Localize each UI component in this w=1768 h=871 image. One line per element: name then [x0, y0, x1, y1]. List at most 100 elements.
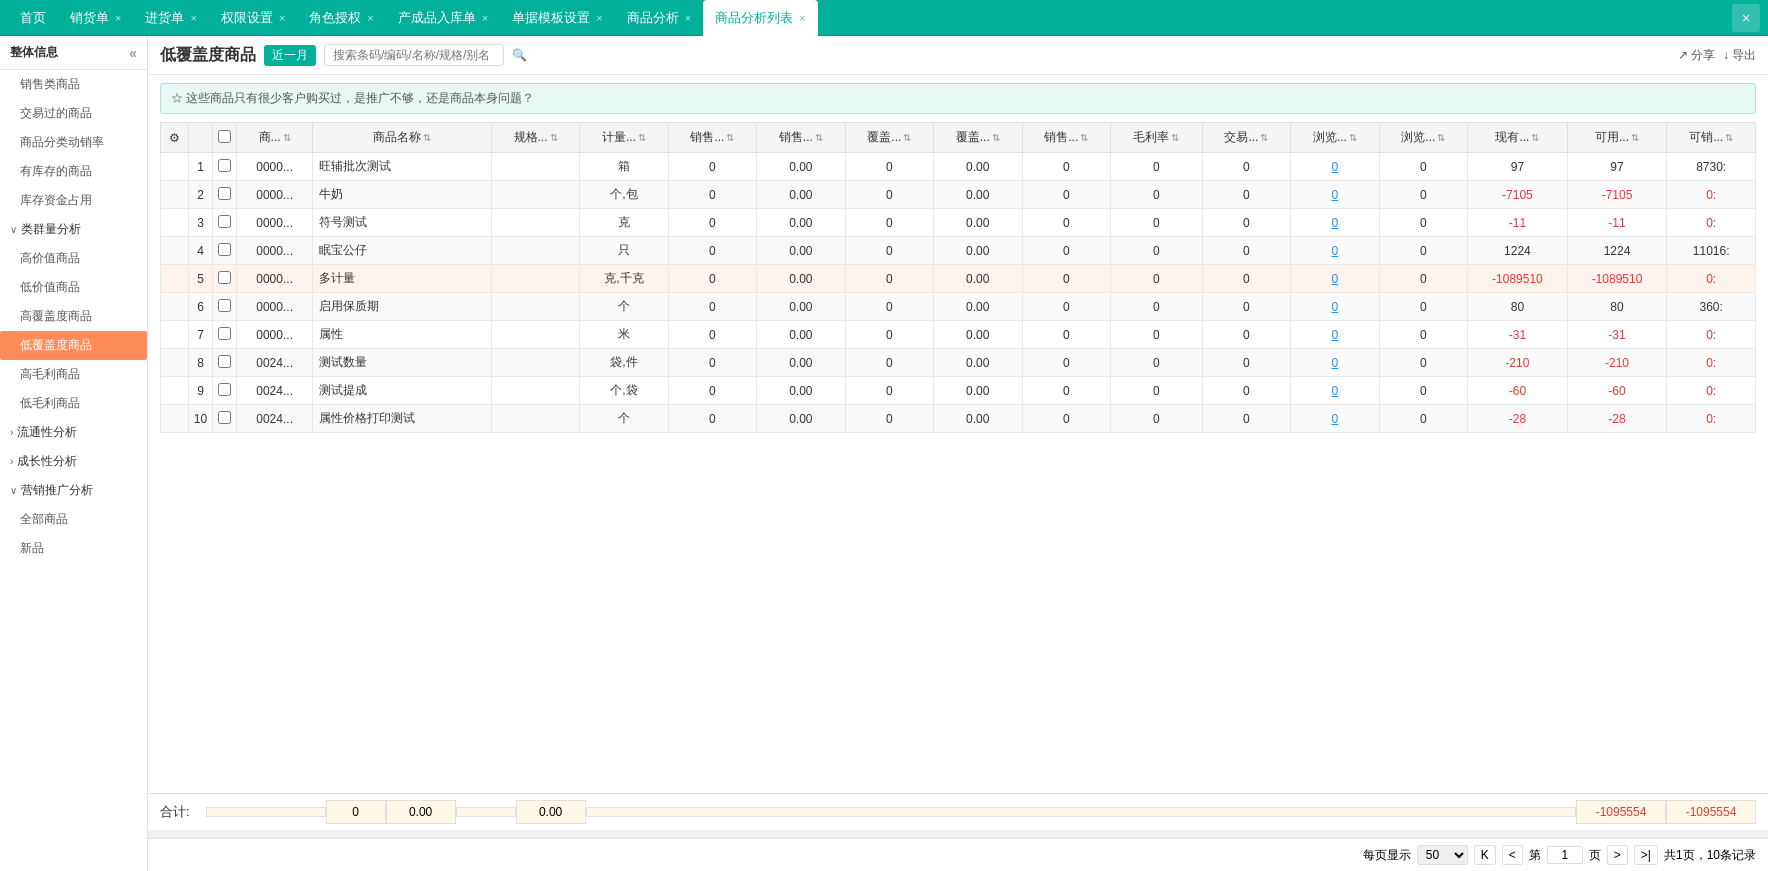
row-checkbox[interactable] [213, 181, 237, 209]
col-sales-qty[interactable]: 销售...⇅ [668, 123, 756, 153]
row-browse1[interactable]: 0 [1291, 265, 1379, 293]
share-button[interactable]: ↗ 分享 [1678, 47, 1715, 64]
sidebar-item-stocked-goods[interactable]: 有库存的商品 [0, 157, 147, 186]
horizontal-scrollbar[interactable] [148, 830, 1768, 838]
row-checkbox[interactable] [213, 237, 237, 265]
sidebar-item-low-coverage[interactable]: 低覆盖度商品 [0, 331, 147, 360]
sidebar-item-sales-goods[interactable]: 销售类商品 [0, 70, 147, 99]
last-page-button[interactable]: >| [1634, 845, 1658, 865]
row-checkbox[interactable] [213, 349, 237, 377]
nav-tab-analysis-close[interactable]: × [685, 0, 691, 36]
nav-tab-roles-close[interactable]: × [367, 0, 373, 36]
search-input[interactable] [324, 44, 504, 66]
col-unit[interactable]: 计量...⇅ [580, 123, 668, 153]
sidebar-group-growth[interactable]: › 成长性分析 [0, 447, 147, 476]
row-checkbox[interactable] [213, 405, 237, 433]
row-trans: 0 [1202, 265, 1290, 293]
sidebar-collapse-button[interactable]: « [129, 45, 137, 61]
export-button[interactable]: ↓ 导出 [1723, 47, 1756, 64]
sidebar-item-new-goods[interactable]: 新品 [0, 534, 147, 563]
row-checkbox[interactable] [213, 321, 237, 349]
col-browse1[interactable]: 浏览...⇅ [1291, 123, 1379, 153]
row-checkbox[interactable] [213, 265, 237, 293]
settings-icon[interactable]: ⚙ [169, 131, 180, 145]
first-page-button[interactable]: K [1474, 845, 1496, 865]
footer-cell-empty2 [456, 807, 516, 817]
col-code[interactable]: 商...⇅ [237, 123, 313, 153]
sidebar-group-circulation[interactable]: › 流通性分析 [0, 418, 147, 447]
row-checkbox[interactable] [213, 209, 237, 237]
prev-page-button[interactable]: < [1502, 845, 1523, 865]
table-row: 2 0000... 牛奶 个,包 0 0.00 0 0.00 0 0 0 0 0… [161, 181, 1756, 209]
nav-tab-sales[interactable]: 销货单 × [58, 0, 133, 36]
row-browse1[interactable]: 0 [1291, 405, 1379, 433]
col-name[interactable]: 商品名称⇅ [313, 123, 492, 153]
nav-tab-home[interactable]: 首页 [8, 0, 58, 36]
row-browse1[interactable]: 0 [1291, 237, 1379, 265]
row-checkbox[interactable] [213, 293, 237, 321]
row-checkbox[interactable] [213, 153, 237, 181]
row-browse1[interactable]: 0 [1291, 377, 1379, 405]
row-sales-qty: 0 [668, 377, 756, 405]
row-browse1[interactable]: 0 [1291, 209, 1379, 237]
sidebar-item-all-goods[interactable]: 全部商品 [0, 505, 147, 534]
row-browse1[interactable]: 0 [1291, 321, 1379, 349]
sidebar-item-high-coverage[interactable]: 高覆盖度商品 [0, 302, 147, 331]
col-sales-amt[interactable]: 销售...⇅ [757, 123, 845, 153]
col-cov1[interactable]: 覆盖...⇅ [845, 123, 933, 153]
nav-tab-analysis-list[interactable]: 商品分析列表 × [703, 0, 817, 36]
nav-tab-permissions[interactable]: 权限设置 × [209, 0, 297, 36]
row-checkbox[interactable] [213, 377, 237, 405]
col-spec[interactable]: 规格...⇅ [491, 123, 579, 153]
col-cov2[interactable]: 覆盖...⇅ [934, 123, 1022, 153]
col-sellable[interactable]: 可销...⇅ [1667, 123, 1756, 153]
col-available[interactable]: 可用...⇅ [1567, 123, 1667, 153]
sidebar-item-high-value[interactable]: 高价值商品 [0, 244, 147, 273]
sidebar-group-marketing[interactable]: ∨ 营销推广分析 [0, 476, 147, 505]
col-gross[interactable]: 毛利率⇅ [1110, 123, 1202, 153]
nav-tab-warehouse[interactable]: 产成品入库单 × [386, 0, 500, 36]
col-browse2[interactable]: 浏览...⇅ [1379, 123, 1467, 153]
row-sellable: 0: [1667, 265, 1756, 293]
nav-tab-permissions-close[interactable]: × [279, 0, 285, 36]
nav-tab-roles[interactable]: 角色授权 × [297, 0, 385, 36]
sidebar-item-low-value[interactable]: 低价值商品 [0, 273, 147, 302]
footer-cell-coverage: 0.00 [516, 800, 586, 824]
row-browse1[interactable]: 0 [1291, 181, 1379, 209]
search-icon[interactable]: 🔍 [512, 48, 527, 62]
close-all-tabs-button[interactable]: × [1732, 4, 1760, 32]
row-browse1[interactable]: 0 [1291, 293, 1379, 321]
sidebar-item-traded-goods[interactable]: 交易过的商品 [0, 99, 147, 128]
col-sales-n[interactable]: 销售...⇅ [1022, 123, 1110, 153]
nav-tab-template-close[interactable]: × [596, 0, 602, 36]
sidebar-item-low-profit[interactable]: 低毛利商品 [0, 389, 147, 418]
row-settings [161, 265, 189, 293]
col-check[interactable] [213, 123, 237, 153]
col-current[interactable]: 现有...⇅ [1468, 123, 1568, 153]
page-input[interactable] [1547, 846, 1583, 864]
row-current: -31 [1468, 321, 1568, 349]
row-browse1[interactable]: 0 [1291, 153, 1379, 181]
row-browse1[interactable]: 0 [1291, 349, 1379, 377]
nav-tab-template[interactable]: 单据模板设置 × [500, 0, 614, 36]
row-spec [491, 237, 579, 265]
sidebar-item-high-profit[interactable]: 高毛利商品 [0, 360, 147, 389]
nav-tab-purchase-close[interactable]: × [190, 0, 196, 36]
nav-tab-analysis[interactable]: 商品分析 × [615, 0, 703, 36]
sidebar-item-stock-capital[interactable]: 库存资金占用 [0, 186, 147, 215]
nav-tab-purchase[interactable]: 进货单 × [133, 0, 208, 36]
row-num: 5 [189, 265, 213, 293]
data-table: ⚙ 商...⇅ 商品名称⇅ 规格...⇅ 计量...⇅ 销售...⇅ 销售...… [160, 122, 1756, 433]
sidebar-item-category-rate[interactable]: 商品分类动销率 [0, 128, 147, 157]
date-filter-button[interactable]: 近一月 [264, 45, 316, 66]
col-trans[interactable]: 交易...⇅ [1202, 123, 1290, 153]
nav-tab-warehouse-close[interactable]: × [482, 0, 488, 36]
row-trans: 0 [1202, 181, 1290, 209]
nav-tab-sales-close[interactable]: × [115, 0, 121, 36]
row-code: 0000... [237, 321, 313, 349]
page-size-select[interactable]: 50 20 100 200 [1417, 845, 1468, 865]
sidebar-group-cluster[interactable]: ∨ 类群量分析 [0, 215, 147, 244]
nav-tab-analysis-list-close[interactable]: × [799, 0, 805, 36]
next-page-button[interactable]: > [1607, 845, 1628, 865]
col-settings[interactable]: ⚙ [161, 123, 189, 153]
